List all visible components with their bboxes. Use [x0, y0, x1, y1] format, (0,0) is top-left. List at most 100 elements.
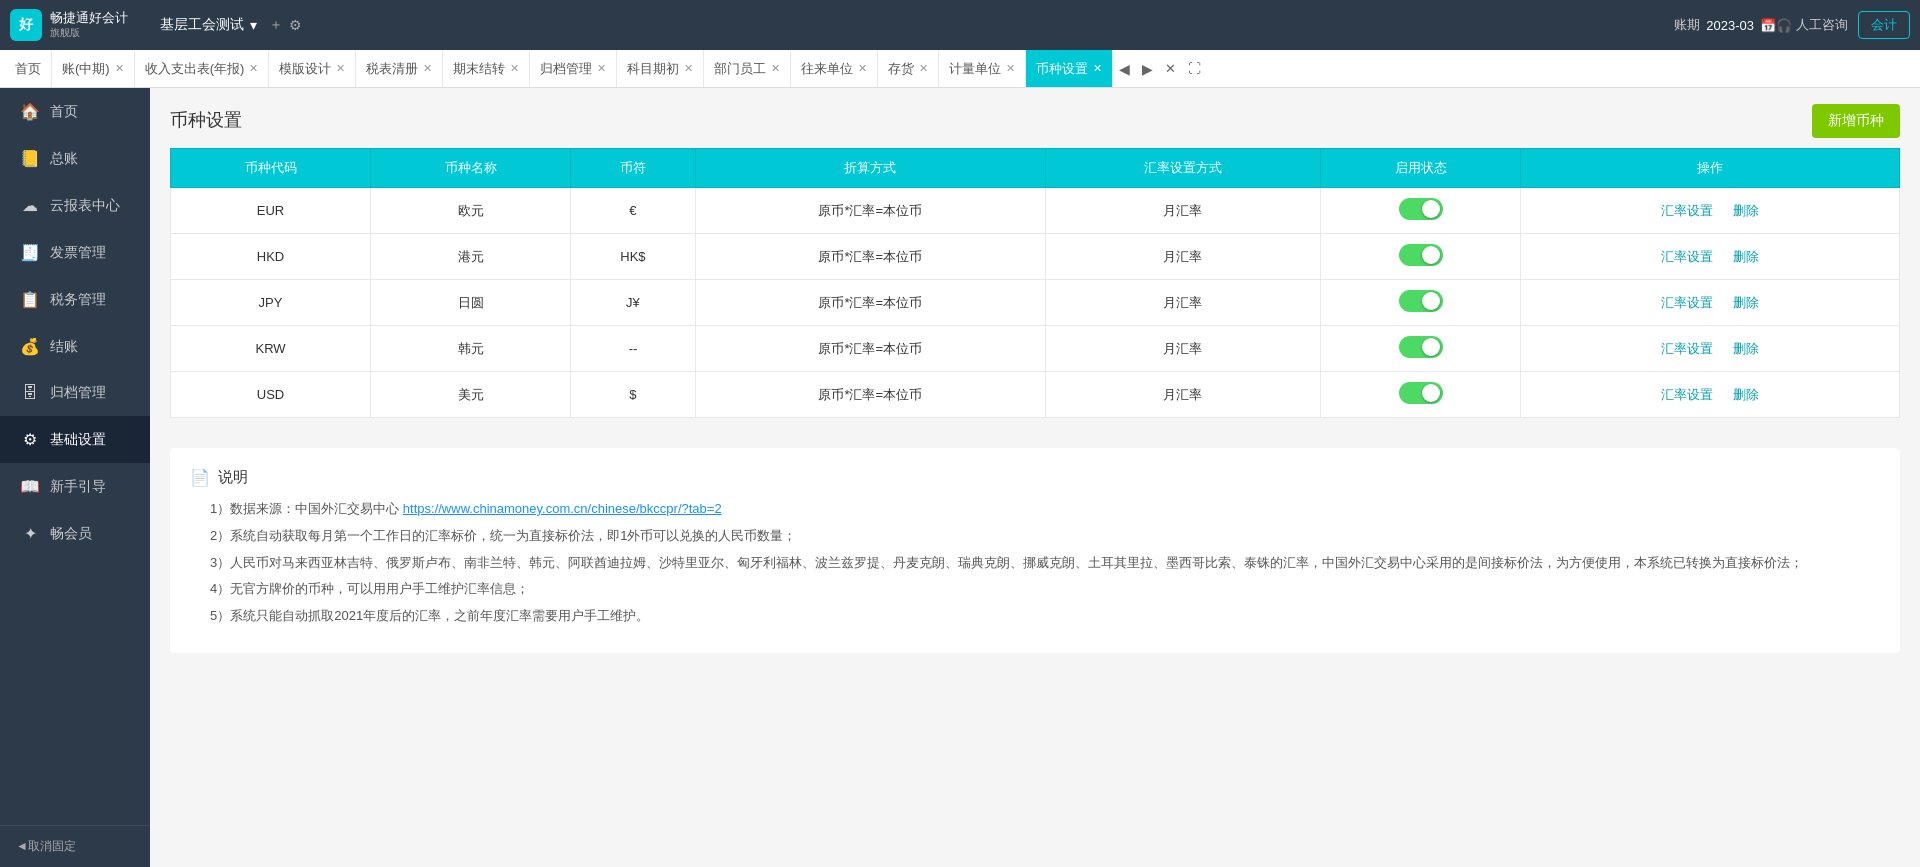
delete-link[interactable]: 删除 [1733, 203, 1759, 218]
dropdown-icon: ▾ [250, 17, 257, 33]
notes-link[interactable]: https://www.chinamoney.com.cn/chinese/bk… [403, 501, 722, 516]
cell-actions: 汇率设置 删除 [1521, 234, 1900, 280]
cell-rate-method: 月汇率 [1045, 280, 1320, 326]
settings-gear-icon: ⚙ [20, 430, 40, 449]
table-row: USD 美元 $ 原币*汇率=本位币 月汇率 汇率设置 删除 [171, 372, 1900, 418]
tab-currency-close[interactable]: ✕ [1093, 62, 1102, 75]
tab-tax-close[interactable]: ✕ [423, 62, 432, 75]
tab-inventory[interactable]: 存货 ✕ [878, 50, 939, 88]
tab-expand-btn[interactable]: ✕ [1159, 61, 1182, 76]
tab-period-close[interactable]: ✕ [115, 62, 124, 75]
tab-subject-close[interactable]: ✕ [684, 62, 693, 75]
tax-icon: 📋 [20, 290, 40, 309]
sidebar-item-tax[interactable]: 📋 税务管理 [0, 276, 150, 323]
cell-symbol: HK$ [571, 234, 696, 280]
tab-income-close[interactable]: ✕ [249, 62, 258, 75]
sidebar-member-label: 畅会员 [50, 525, 92, 543]
tab-partner[interactable]: 往来单位 ✕ [791, 50, 878, 88]
sidebar-item-guide[interactable]: 📖 新手引导 [0, 463, 150, 510]
cell-status [1321, 326, 1521, 372]
sidebar: 🏠 首页 📒 总账 ☁ 云报表中心 🧾 发票管理 📋 税务管理 💰 结账 🗄 归… [0, 88, 150, 867]
toggle-enabled[interactable] [1399, 244, 1443, 266]
cell-actions: 汇率设置 删除 [1521, 188, 1900, 234]
ledger-icon: 📒 [20, 149, 40, 168]
tab-inventory-close[interactable]: ✕ [919, 62, 928, 75]
tab-unit-close[interactable]: ✕ [1006, 62, 1015, 75]
tab-income[interactable]: 收入支出表(年报) ✕ [135, 50, 270, 88]
cell-actions: 汇率设置 删除 [1521, 280, 1900, 326]
sidebar-item-archive[interactable]: 🗄 归档管理 [0, 370, 150, 416]
tab-home-label: 首页 [15, 60, 41, 78]
cell-symbol: -- [571, 326, 696, 372]
sidebar-item-settings[interactable]: ⚙ 基础设置 [0, 416, 150, 463]
main-layout: 🏠 首页 📒 总账 ☁ 云报表中心 🧾 发票管理 📋 税务管理 💰 结账 🗄 归… [0, 88, 1920, 867]
sidebar-item-invoice[interactable]: 🧾 发票管理 [0, 229, 150, 276]
calendar-icon[interactable]: 📅 [1760, 18, 1776, 33]
tab-subject[interactable]: 科目期初 ✕ [617, 50, 704, 88]
delete-link[interactable]: 删除 [1733, 295, 1759, 310]
cell-rate-method: 月汇率 [1045, 372, 1320, 418]
toggle-enabled[interactable] [1399, 290, 1443, 312]
cell-code: JPY [171, 280, 371, 326]
help-button[interactable]: 🎧 人工咨询 [1776, 16, 1848, 34]
settings-icon[interactable]: ⚙ [289, 17, 302, 33]
tab-unit[interactable]: 计量单位 ✕ [939, 50, 1026, 88]
delete-link[interactable]: 删除 [1733, 341, 1759, 356]
sidebar-item-home[interactable]: 🏠 首页 [0, 88, 150, 135]
tab-archive[interactable]: 归档管理 ✕ [530, 50, 617, 88]
archive-icon: 🗄 [20, 384, 40, 402]
sidebar-item-member[interactable]: ✦ 畅会员 [0, 510, 150, 557]
rate-settings-link[interactable]: 汇率设置 [1661, 295, 1713, 310]
tab-partner-label: 往来单位 [801, 60, 853, 78]
sidebar-item-settle[interactable]: 💰 结账 [0, 323, 150, 370]
sidebar-pin-toggle[interactable]: ◄取消固定 [0, 825, 150, 867]
tab-next-btn[interactable]: ▶ [1136, 61, 1159, 77]
cell-name: 美元 [371, 372, 571, 418]
tab-prev-btn[interactable]: ◀ [1113, 61, 1136, 77]
toggle-enabled[interactable] [1399, 198, 1443, 220]
tab-template[interactable]: 模版设计 ✕ [269, 50, 356, 88]
tab-archive-close[interactable]: ✕ [597, 62, 606, 75]
account-button[interactable]: 会计 [1858, 11, 1910, 39]
tab-tax[interactable]: 税表清册 ✕ [356, 50, 443, 88]
company-name: 基层工会测试 [160, 16, 244, 34]
sidebar-item-ledger[interactable]: 📒 总账 [0, 135, 150, 182]
app-name: 畅捷通好会计 [50, 10, 128, 26]
rate-settings-link[interactable]: 汇率设置 [1661, 249, 1713, 264]
tab-dept-close[interactable]: ✕ [771, 62, 780, 75]
cell-status [1321, 280, 1521, 326]
add-icon[interactable]: ＋ [269, 16, 283, 34]
notes-title-text: 说明 [218, 468, 248, 487]
company-selector[interactable]: 基层工会测试 ▾ ＋ ⚙ [160, 16, 1654, 34]
rate-settings-link[interactable]: 汇率设置 [1661, 387, 1713, 402]
delete-link[interactable]: 删除 [1733, 249, 1759, 264]
toggle-enabled[interactable] [1399, 382, 1443, 404]
toggle-enabled[interactable] [1399, 336, 1443, 358]
note-item-3: 3）人民币对马来西亚林吉特、俄罗斯卢布、南非兰特、韩元、阿联酋迪拉姆、沙特里亚尔… [210, 553, 1880, 574]
tab-template-close[interactable]: ✕ [336, 62, 345, 75]
sidebar-report-label: 云报表中心 [50, 197, 120, 215]
tab-partner-close[interactable]: ✕ [858, 62, 867, 75]
tab-dept[interactable]: 部门员工 ✕ [704, 50, 791, 88]
tab-currency[interactable]: 币种设置 ✕ [1026, 50, 1113, 88]
tab-period-end-label: 期末结转 [453, 60, 505, 78]
cell-rate-method: 月汇率 [1045, 188, 1320, 234]
new-currency-button[interactable]: 新增币种 [1812, 104, 1900, 138]
tab-period[interactable]: 账(中期) ✕ [52, 50, 135, 88]
tab-tax-label: 税表清册 [366, 60, 418, 78]
sidebar-settings-label: 基础设置 [50, 431, 106, 449]
content-area: 币种设置 新增币种 币种代码 币种名称 币符 折算方式 汇率设置方式 启用状态 … [150, 88, 1920, 867]
note-item-1: 1）数据来源：中国外汇交易中心 https://www.chinamoney.c… [210, 499, 1880, 520]
tab-period-end-close[interactable]: ✕ [510, 62, 519, 75]
sidebar-item-report[interactable]: ☁ 云报表中心 [0, 182, 150, 229]
tab-period-end[interactable]: 期末结转 ✕ [443, 50, 530, 88]
tab-fullscreen-btn[interactable]: ⛶ [1182, 61, 1207, 76]
logo-text: 畅捷通好会计 旗舰版 [50, 10, 128, 40]
rate-settings-link[interactable]: 汇率设置 [1661, 203, 1713, 218]
member-icon: ✦ [20, 524, 40, 543]
toggle-knob [1422, 384, 1440, 402]
tab-home[interactable]: 首页 [5, 50, 52, 88]
delete-link[interactable]: 删除 [1733, 387, 1759, 402]
rate-settings-link[interactable]: 汇率设置 [1661, 341, 1713, 356]
period-info: 账期 2023-03 📅 [1674, 16, 1776, 34]
